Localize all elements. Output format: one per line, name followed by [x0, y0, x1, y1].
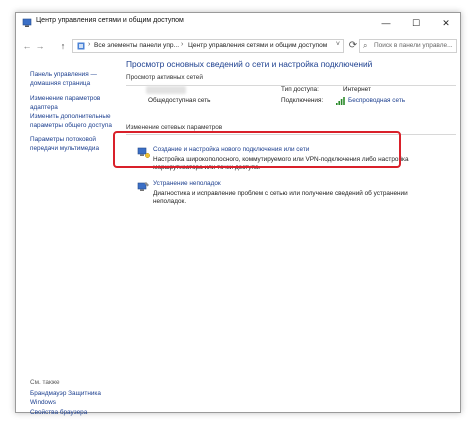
sidebar-item-sharing-settings[interactable]: Изменить дополнительные параметры общего…: [30, 113, 112, 130]
breadcrumb-all-items[interactable]: Все элементы панели упр...: [94, 42, 179, 49]
network-center-icon: [22, 18, 32, 27]
forward-arrow-icon[interactable]: →: [35, 40, 45, 52]
sidebar-item-adapter-settings[interactable]: Изменение параметров адаптера: [30, 95, 100, 112]
minimize-button[interactable]: —: [374, 13, 398, 33]
see-also-heading: См. также: [30, 379, 60, 386]
back-arrow-icon[interactable]: ←: [22, 40, 32, 52]
network-name-blurred: [146, 86, 186, 94]
sidebar: Панель управления — домашняя страница Из…: [16, 59, 120, 416]
control-panel-icon: [77, 42, 85, 50]
network-type-label: Общедоступная сеть: [148, 97, 211, 104]
highlight-box: [113, 131, 401, 168]
breadcrumb-separator-icon: ›: [88, 41, 91, 48]
task-troubleshoot-link[interactable]: Устранение неполадок: [153, 180, 221, 187]
task-troubleshoot-description: Диагностика и исправление проблем с сеть…: [153, 190, 408, 206]
sidebar-item-media-streaming[interactable]: Параметры потоковой передачи мультимедиа: [30, 136, 99, 153]
search-placeholder: Поиск в панели управле...: [374, 42, 453, 49]
close-button[interactable]: ✕: [434, 13, 458, 33]
connections-label: Подключения:: [281, 97, 324, 104]
sidebar-item-browser-properties[interactable]: Свойства браузера: [30, 409, 87, 418]
wireless-connection-link[interactable]: Беспроводная сеть: [348, 97, 405, 104]
sidebar-item-firewall[interactable]: Брандмауэр Защитника Windows: [30, 390, 101, 407]
change-settings-heading: Изменение сетевых параметров: [126, 124, 223, 131]
search-input[interactable]: ⌕ Поиск в панели управле...: [359, 39, 457, 53]
up-arrow-icon[interactable]: ↑: [58, 40, 68, 52]
address-row: ← → ↑ › Все элементы панели упр... › Цен…: [16, 37, 460, 57]
wifi-signal-icon: [336, 97, 345, 105]
troubleshoot-icon: [137, 182, 149, 191]
breadcrumb-network-center[interactable]: Центр управления сетями и общим доступом: [188, 42, 327, 49]
breadcrumb-separator-icon: ›: [181, 41, 184, 48]
window: Центр управления сетями и общим доступом…: [15, 12, 461, 416]
page-title: Просмотр основных сведений о сети и наст…: [126, 59, 373, 69]
search-icon: ⌕: [363, 41, 368, 50]
chevron-down-icon[interactable]: ˅: [336, 41, 340, 48]
maximize-button[interactable]: ☐: [404, 13, 428, 33]
address-bar[interactable]: › Все элементы панели упр... › Центр упр…: [72, 39, 344, 53]
title-bar: Центр управления сетями и общим доступом…: [16, 13, 460, 33]
refresh-icon[interactable]: ⟳: [346, 39, 360, 53]
access-type-label: Тип доступа:: [281, 86, 319, 93]
access-type-value: Интернет: [343, 86, 371, 93]
window-title: Центр управления сетями и общим доступом: [36, 17, 184, 24]
active-networks-heading: Просмотр активных сетей: [126, 74, 203, 81]
sidebar-item-control-panel-home[interactable]: Панель управления — домашняя страница: [30, 71, 97, 88]
